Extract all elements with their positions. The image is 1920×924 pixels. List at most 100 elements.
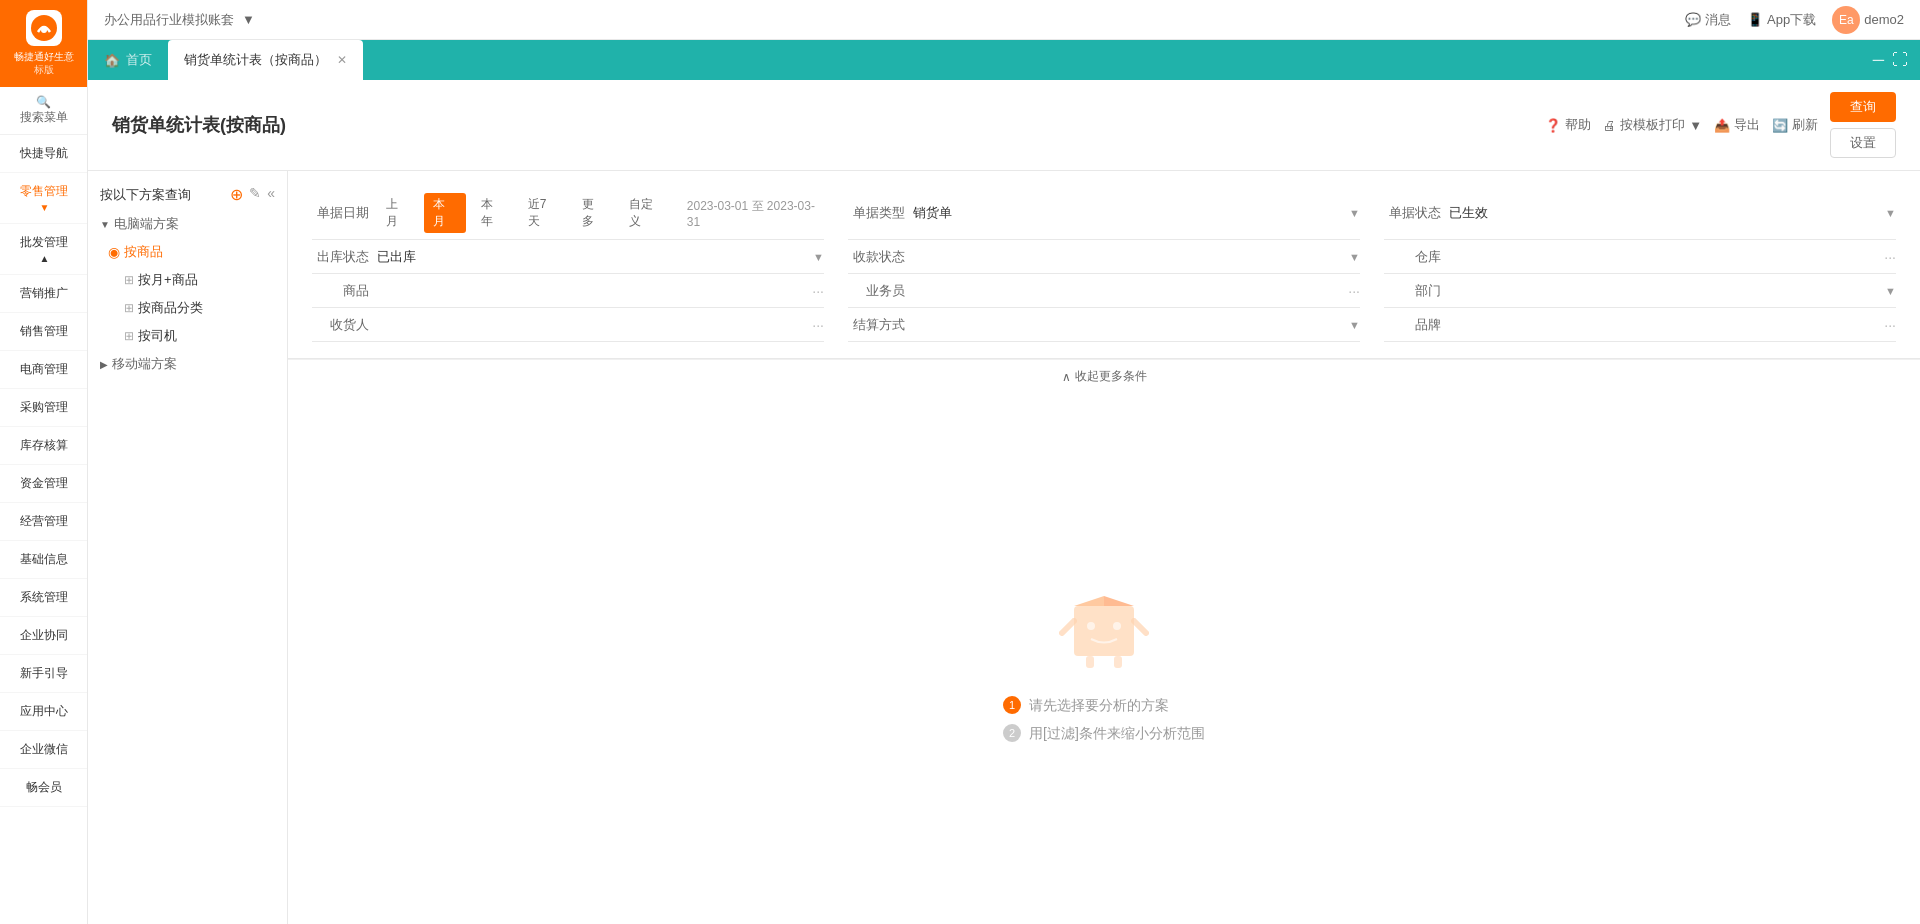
filter-brand: 品牌 ···: [1384, 308, 1896, 342]
goods-more[interactable]: ···: [812, 283, 824, 299]
edit-scheme-icon[interactable]: ✎: [249, 185, 261, 204]
date-btn-custom[interactable]: 自定义: [620, 193, 673, 233]
filter-staff: 业务员 ···: [848, 274, 1360, 308]
app-download-label: App下载: [1767, 11, 1816, 29]
tree-section-label: 电脑端方案: [114, 215, 179, 233]
message-button[interactable]: 💬 消息: [1685, 11, 1731, 29]
warehouse-value[interactable]: ···: [1449, 249, 1896, 265]
filter-area: 单据日期 上月 本月 本年 近7天 更多 自定义 2023-03-01 至 20…: [288, 171, 1920, 359]
sidebar-item-retail[interactable]: 零售管理 ▼: [0, 173, 87, 224]
download-icon: 📱: [1747, 12, 1763, 27]
outbound-value[interactable]: 已出库 ▼: [377, 248, 824, 266]
retail-arrow: ▼: [40, 202, 50, 213]
sidebar-item-sales[interactable]: 销售管理: [0, 313, 87, 351]
app-download-button[interactable]: 📱 App下载: [1747, 11, 1816, 29]
collapse-panel-icon[interactable]: «: [267, 185, 275, 204]
type-value[interactable]: 销货单 ▼: [913, 204, 1360, 222]
staff-more[interactable]: ···: [1348, 283, 1360, 299]
receiver-value[interactable]: ···: [377, 317, 824, 333]
sidebar-item-ecommerce[interactable]: 电商管理: [0, 351, 87, 389]
sidebar: 畅捷通好生意 标版 🔍 搜索菜单 快捷导航 零售管理 ▼ 批发管理 ▲ 营销推广…: [0, 0, 88, 924]
filter-goods: 商品 ···: [312, 274, 824, 308]
sidebar-item-appcenter[interactable]: 应用中心: [0, 693, 87, 731]
help-button[interactable]: ❓ 帮助: [1545, 116, 1591, 134]
date-btn-7days[interactable]: 近7天: [519, 193, 567, 233]
settle-value[interactable]: ▼: [913, 319, 1360, 331]
help-icon: ❓: [1545, 118, 1561, 133]
tree-item-by-category[interactable]: ⊞ 按商品分类: [88, 294, 287, 322]
brand-more[interactable]: ···: [1884, 317, 1896, 333]
search-menu[interactable]: 🔍 搜索菜单: [0, 87, 87, 135]
svg-point-5: [1087, 622, 1095, 630]
settle-label: 结算方式: [848, 316, 913, 334]
left-panel-actions: ⊕ ✎ «: [230, 185, 275, 204]
status-value[interactable]: 已生效 ▼: [1449, 204, 1896, 222]
tab-minimize-icon[interactable]: ─: [1873, 51, 1884, 69]
tab-home-label: 首页: [126, 51, 152, 69]
status-label: 单据状态: [1384, 204, 1449, 222]
sidebar-quick-nav[interactable]: 快捷导航: [0, 135, 87, 173]
appcenter-label: 应用中心: [20, 703, 68, 720]
sidebar-item-system[interactable]: 系统管理: [0, 579, 87, 617]
main-panel: 单据日期 上月 本月 本年 近7天 更多 自定义 2023-03-01 至 20…: [288, 171, 1920, 924]
receiver-more[interactable]: ···: [812, 317, 824, 333]
sidebar-item-basic[interactable]: 基础信息: [0, 541, 87, 579]
message-label: 消息: [1705, 11, 1731, 29]
date-btn-more[interactable]: 更多: [573, 193, 614, 233]
tree-item-by-driver[interactable]: ⊞ 按司机: [88, 322, 287, 350]
wholesale-label: 批发管理: [20, 234, 68, 251]
type-text: 销货单: [913, 204, 952, 222]
date-btn-this-year[interactable]: 本年: [472, 193, 513, 233]
sidebar-item-wholesale[interactable]: 批发管理 ▲: [0, 224, 87, 275]
settings-button[interactable]: 设置: [1830, 128, 1896, 158]
tab-home[interactable]: 🏠 首页: [88, 40, 168, 80]
export-label: 导出: [1734, 116, 1760, 134]
payment-value[interactable]: ▼: [913, 251, 1360, 263]
sidebar-item-collab[interactable]: 企业协同: [0, 617, 87, 655]
print-arrow: ▼: [1689, 118, 1702, 133]
tree-item-by-goods[interactable]: ◉ 按商品: [88, 238, 287, 266]
tree-item-by-month-goods[interactable]: ⊞ 按月+商品: [88, 266, 287, 294]
avatar: Ea: [1832, 6, 1860, 34]
sidebar-item-wechat[interactable]: 企业微信: [0, 731, 87, 769]
tab-close-button[interactable]: ✕: [337, 53, 347, 67]
sidebar-item-purchase[interactable]: 采购管理: [0, 389, 87, 427]
user-profile-button[interactable]: Ea demo2: [1832, 6, 1904, 34]
print-button[interactable]: 🖨 按模板打印 ▼: [1603, 116, 1702, 134]
warehouse-label: 仓库: [1384, 248, 1449, 266]
empty-illustration: [1044, 571, 1164, 671]
brand-value[interactable]: ···: [1449, 317, 1896, 333]
date-btn-this-month[interactable]: 本月: [424, 193, 465, 233]
sidebar-item-finance[interactable]: 资金管理: [0, 465, 87, 503]
date-btn-last-month[interactable]: 上月: [377, 193, 418, 233]
sidebar-item-inventory[interactable]: 库存核算: [0, 427, 87, 465]
goods-value[interactable]: ···: [377, 283, 824, 299]
dept-value[interactable]: ▼: [1449, 285, 1896, 297]
logo-icon: [26, 10, 62, 46]
payment-arrow: ▼: [1349, 251, 1360, 263]
app-logo: 畅捷通好生意 标版: [0, 0, 88, 87]
export-button[interactable]: 📤 导出: [1714, 116, 1760, 134]
wechat-label: 企业微信: [20, 741, 68, 758]
refresh-button[interactable]: 🔄 刷新: [1772, 116, 1818, 134]
collab-label: 企业协同: [20, 627, 68, 644]
tree-item-label: 按商品: [124, 243, 163, 261]
sidebar-item-newbie[interactable]: 新手引导: [0, 655, 87, 693]
sidebar-item-operation[interactable]: 经营管理: [0, 503, 87, 541]
body-content: 按以下方案查询 ⊕ ✎ « ▼ 电脑端方案 ◉ 按商品: [88, 171, 1920, 924]
tab-current[interactable]: 销货单统计表（按商品） ✕: [168, 40, 363, 80]
search-label: 搜索菜单: [6, 109, 81, 126]
add-scheme-icon[interactable]: ⊕: [230, 185, 243, 204]
query-button[interactable]: 查询: [1830, 92, 1896, 122]
sidebar-item-member[interactable]: 畅会员: [0, 769, 87, 807]
filter-date: 单据日期 上月 本月 本年 近7天 更多 自定义 2023-03-01 至 20…: [312, 187, 824, 240]
app-subtitle: 标版: [34, 63, 54, 77]
tip-2: 2 用[过滤]条件来缩小分析范围: [1003, 719, 1205, 747]
collapse-bar[interactable]: ∧ 收起更多条件: [288, 359, 1920, 393]
sidebar-item-marketing[interactable]: 营销推广: [0, 275, 87, 313]
app-name: 畅捷通好生意: [14, 50, 74, 63]
main-area: 办公用品行业模拟账套 ▼ 💬 消息 📱 App下载 Ea demo2 🏠 首页 …: [88, 0, 1920, 924]
warehouse-more[interactable]: ···: [1884, 249, 1896, 265]
staff-value[interactable]: ···: [913, 283, 1360, 299]
tab-maximize-icon[interactable]: ⛶: [1892, 51, 1908, 69]
